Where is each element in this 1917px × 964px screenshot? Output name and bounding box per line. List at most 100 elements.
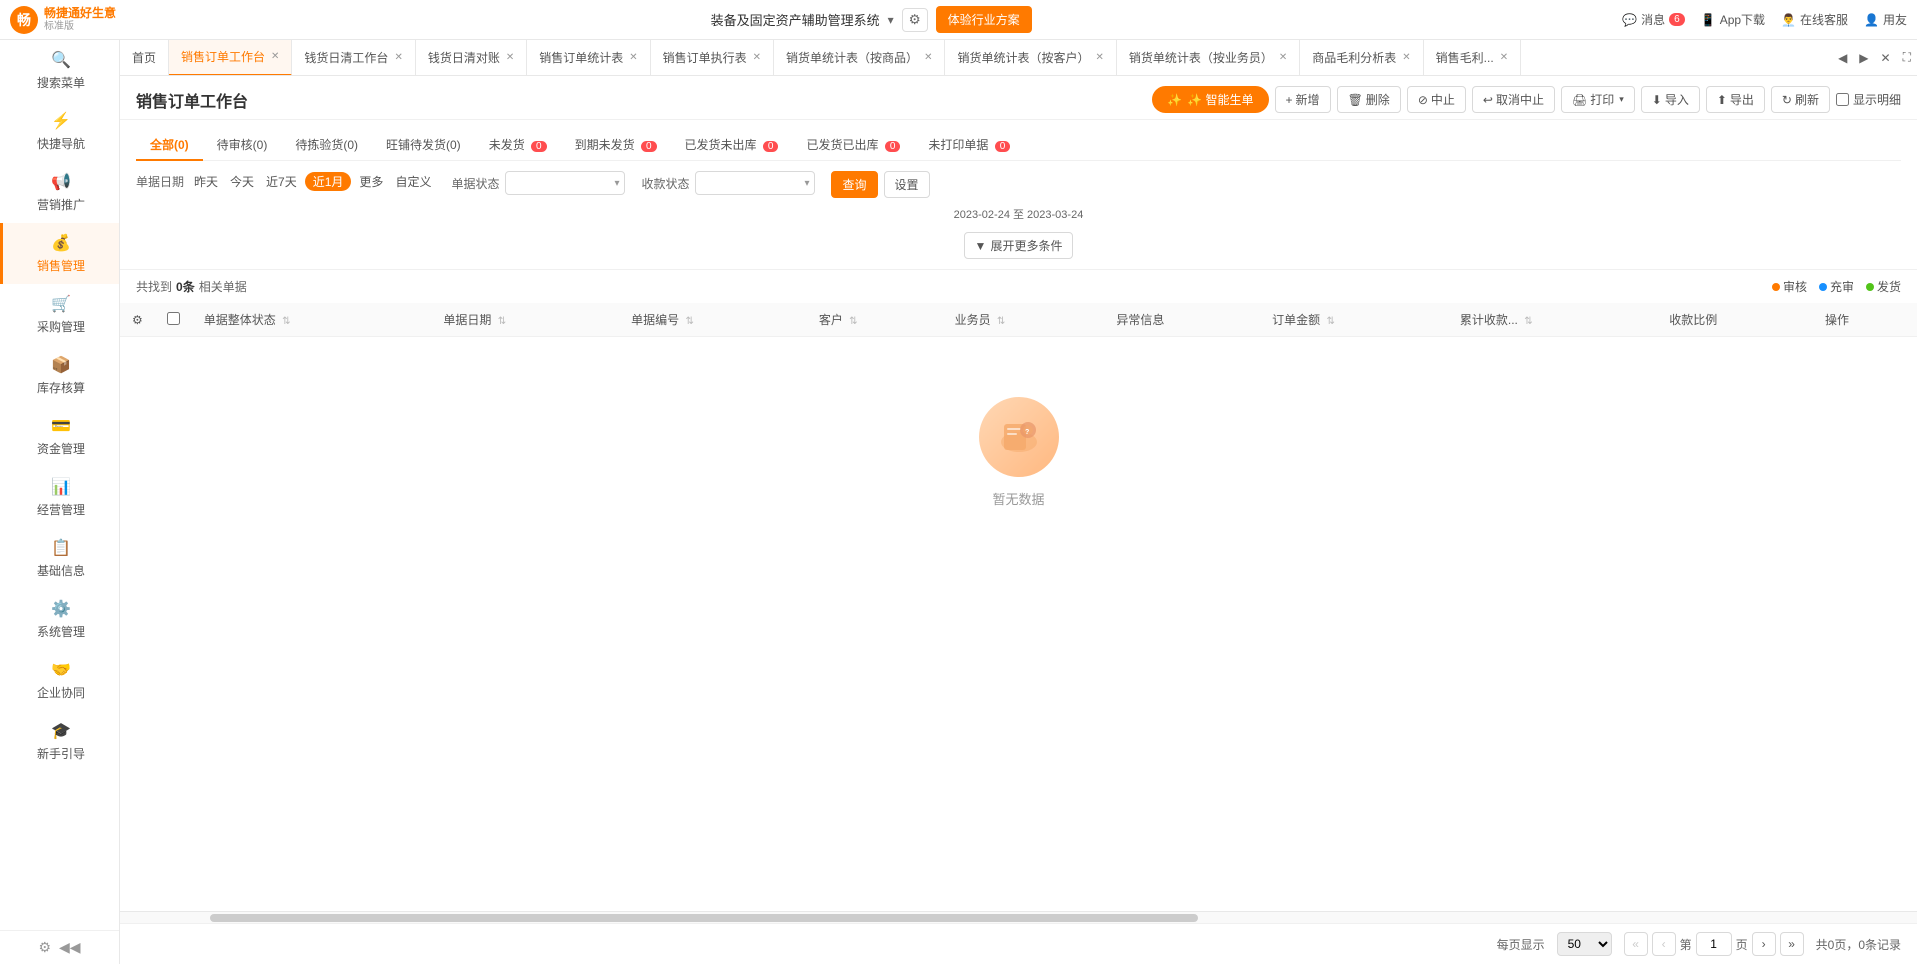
user-btn[interactable]: 👤 用友: [1864, 11, 1907, 28]
sidebar-item-operation[interactable]: 📊 经营管理: [0, 467, 119, 528]
import-btn[interactable]: ⬇ 导入: [1641, 86, 1700, 113]
page-size-select[interactable]: 10 20 50 100: [1557, 932, 1612, 956]
sidebar-item-enterprise[interactable]: 🤝 企业协同: [0, 650, 119, 711]
filter-tab-unprinted[interactable]: 未打印单据 0: [914, 130, 1024, 161]
filter-tab-all[interactable]: 全部(0): [136, 130, 203, 161]
sort-date-icon[interactable]: ⇅: [498, 316, 506, 327]
sort-number-icon[interactable]: ⇅: [685, 316, 693, 327]
tab-order-stats[interactable]: 销售订单统计表 ✕: [527, 40, 650, 76]
cancel-stop-btn[interactable]: ↩ 取消中止: [1472, 86, 1555, 113]
sort-received-icon[interactable]: ⇅: [1524, 316, 1532, 327]
sort-salesperson-icon[interactable]: ⇅: [997, 316, 1005, 327]
tab-scroll-right[interactable]: ▶: [1853, 40, 1874, 76]
tab-close-order-stats[interactable]: ✕: [629, 52, 637, 63]
audit-action[interactable]: 审核: [1772, 278, 1807, 295]
date-custom[interactable]: 自定义: [391, 171, 435, 192]
tab-close-customer-stats[interactable]: ✕: [1095, 52, 1103, 63]
sidebar-item-purchase[interactable]: 🛒 采购管理: [0, 284, 119, 345]
message-btn[interactable]: 💬 消息 6: [1622, 11, 1685, 28]
tab-goods-stats[interactable]: 销货单统计表（按商品） ✕: [774, 40, 945, 76]
print-btn[interactable]: 🖨 打印 ▾: [1561, 86, 1635, 113]
tab-close-sales-workbench[interactable]: ✕: [271, 51, 279, 62]
tab-close-margin[interactable]: ✕: [1402, 52, 1410, 63]
page-prev-btn[interactable]: ‹: [1652, 932, 1676, 956]
tab-close-goods-stats[interactable]: ✕: [924, 52, 932, 63]
export-btn[interactable]: ⬆ 导出: [1706, 86, 1765, 113]
page-last-btn[interactable]: »: [1780, 932, 1804, 956]
delete-btn[interactable]: 🗑 删除: [1337, 86, 1401, 113]
add-btn[interactable]: + 新增: [1275, 86, 1331, 113]
deliver-action[interactable]: 发货: [1866, 278, 1901, 295]
sidebar-item-quick[interactable]: ⚡ 快捷导航: [0, 101, 119, 162]
filter-tab-shipped-out[interactable]: 已发货已出库 0: [792, 130, 914, 161]
date-7days[interactable]: 近7天: [262, 171, 301, 192]
h-scroll[interactable]: [120, 911, 1917, 923]
table-wrapper[interactable]: ⚙ 单据整体状态 ⇅ 单据日期 ⇅ 单据编号 ⇅ 客户 ⇅ 业务员 ⇅ 异常信息…: [120, 303, 1917, 911]
set-btn[interactable]: 设置: [884, 171, 930, 198]
page-input[interactable]: [1696, 932, 1732, 956]
tab-close-order-exec[interactable]: ✕: [753, 52, 761, 63]
tab-margin[interactable]: 商品毛利分析表 ✕: [1300, 40, 1423, 76]
page-next-btn[interactable]: ›: [1752, 932, 1776, 956]
h-scroll-thumb[interactable]: [210, 914, 1198, 922]
anti-audit-action[interactable]: 充审: [1819, 278, 1854, 295]
sidebar-item-finance[interactable]: 💳 资金管理: [0, 406, 119, 467]
tab-sales-workbench[interactable]: 销售订单工作台 ✕: [169, 40, 292, 76]
tab-close-reconcile[interactable]: ✕: [506, 52, 514, 63]
th-checkbox[interactable]: [155, 303, 192, 337]
filter-tab-wangpu[interactable]: 旺铺待发货(0): [372, 130, 475, 161]
query-btn[interactable]: 查询: [831, 171, 877, 198]
date-1month[interactable]: 近1月: [305, 172, 352, 191]
filter-tab-pending[interactable]: 待审核(0): [203, 130, 282, 161]
filter-tab-overdue[interactable]: 到期未发货 0: [561, 130, 671, 161]
system-dropdown-btn[interactable]: ▾: [888, 13, 894, 27]
sort-status-icon[interactable]: ⇅: [282, 316, 290, 327]
page-first-btn[interactable]: «: [1624, 932, 1648, 956]
tab-home[interactable]: 首页: [120, 40, 169, 76]
tab-sales-margin[interactable]: 销售毛利... ✕: [1424, 40, 1521, 76]
sidebar-item-search[interactable]: 🔍 搜索菜单: [0, 40, 119, 101]
tab-order-exec[interactable]: 销售订单执行表 ✕: [651, 40, 774, 76]
industry-btn[interactable]: 体验行业方案: [936, 6, 1032, 33]
sidebar-item-sales[interactable]: 💰 销售管理: [0, 223, 119, 284]
sidebar-collapse-btn[interactable]: ◀◀: [59, 939, 81, 956]
tab-close-sales-margin[interactable]: ✕: [1500, 52, 1508, 63]
th-number: 单据编号 ⇅: [619, 303, 807, 337]
select-all-checkbox[interactable]: [167, 312, 180, 325]
tab-reconcile[interactable]: 钱货日清对账 ✕: [416, 40, 527, 76]
tab-scroll-left[interactable]: ◀: [1832, 40, 1853, 76]
tab-customer-stats[interactable]: 销货单统计表（按客户） ✕: [945, 40, 1116, 76]
filter-tab-shipped-not-out[interactable]: 已发货未出库 0: [671, 130, 793, 161]
online-service-btn[interactable]: 👨‍💼 在线客服: [1781, 11, 1848, 28]
sidebar-item-marketing[interactable]: 📢 营销推广: [0, 162, 119, 223]
date-today[interactable]: 今天: [226, 171, 258, 192]
show-detail-checkbox[interactable]: [1836, 93, 1849, 106]
status-select[interactable]: [505, 171, 625, 195]
filter-tab-inspection[interactable]: 待拣验货(0): [281, 130, 372, 161]
tab-close-daily-cash[interactable]: ✕: [394, 52, 402, 63]
stop-btn[interactable]: ⊘ 中止: [1407, 86, 1466, 113]
sort-amount-icon[interactable]: ⇅: [1327, 316, 1335, 327]
sidebar-item-guide[interactable]: 🎓 新手引导: [0, 711, 119, 772]
th-settings[interactable]: ⚙: [120, 303, 155, 337]
payment-select[interactable]: [695, 171, 815, 195]
date-more[interactable]: 更多: [355, 171, 387, 192]
sidebar-settings-btn[interactable]: ⚙: [38, 939, 51, 956]
tab-close-all[interactable]: ✕: [1875, 40, 1897, 76]
expand-btn[interactable]: ▼ 展开更多条件: [964, 232, 1074, 259]
smart-btn[interactable]: ✨ ✨ 智能生单: [1152, 86, 1268, 113]
date-yesterday[interactable]: 昨天: [190, 171, 222, 192]
sort-customer-icon[interactable]: ⇅: [849, 316, 857, 327]
sidebar-item-system[interactable]: ⚙️ 系统管理: [0, 589, 119, 650]
tab-daily-cash[interactable]: 钱货日清工作台 ✕: [292, 40, 415, 76]
show-detail-label[interactable]: 显示明细: [1836, 91, 1901, 108]
filter-tab-not-shipped[interactable]: 未发货 0: [475, 130, 561, 161]
tab-sales-stats[interactable]: 销货单统计表（按业务员） ✕: [1117, 40, 1300, 76]
tab-close-sales-stats[interactable]: ✕: [1279, 52, 1287, 63]
tab-maximize[interactable]: ⛶: [1897, 40, 1917, 76]
sidebar-item-inventory[interactable]: 📦 库存核算: [0, 345, 119, 406]
refresh-btn[interactable]: ↻ 刷新: [1771, 86, 1830, 113]
app-download-btn[interactable]: 📱 App下载: [1701, 11, 1765, 28]
sidebar-item-basic[interactable]: 📋 基础信息: [0, 528, 119, 589]
settings-btn[interactable]: ⚙: [902, 8, 928, 32]
